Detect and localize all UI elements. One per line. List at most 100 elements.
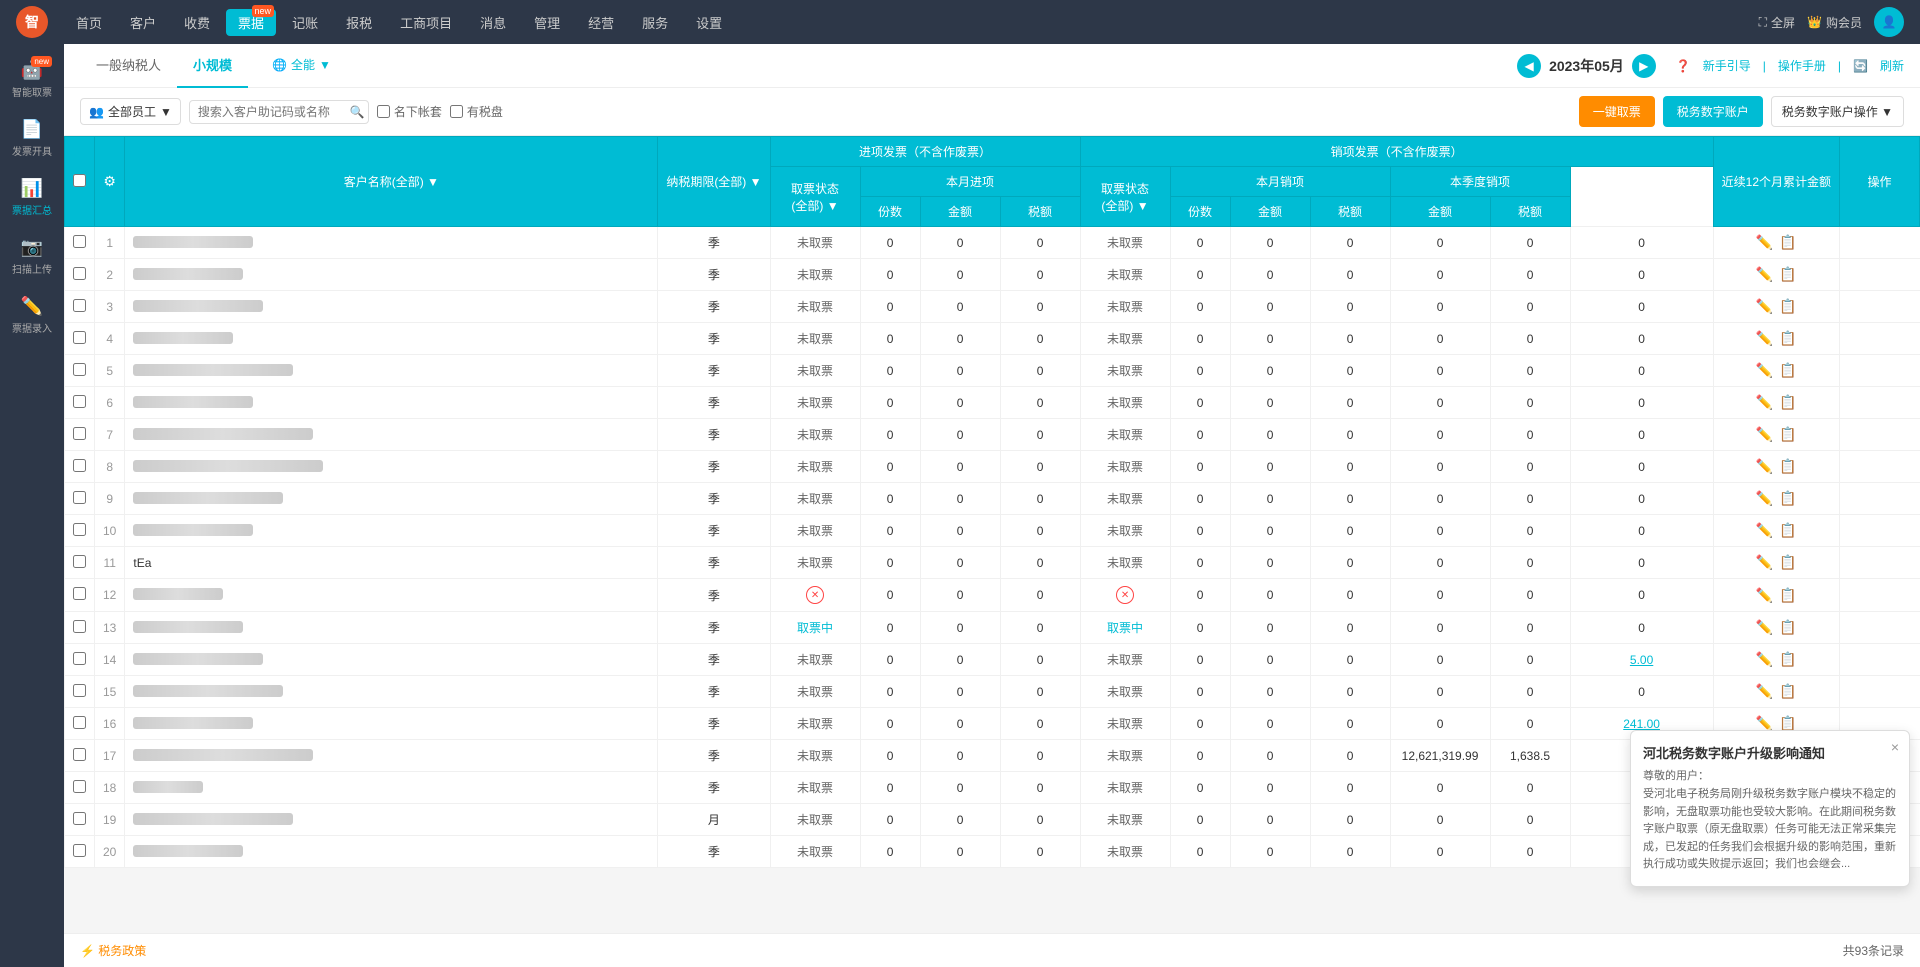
sidebar-item-invoice-entry[interactable]: ✏️ 票据录入 (4, 288, 60, 343)
table-settings-icon[interactable]: ⚙ (103, 173, 116, 189)
select-all-checkbox[interactable] (73, 174, 86, 187)
copy-icon[interactable]: 📋 (1779, 298, 1796, 315)
copy-icon[interactable]: 📋 (1779, 715, 1796, 732)
copy-icon[interactable]: 📋 (1779, 490, 1796, 507)
row-checkbox[interactable] (73, 299, 86, 312)
row-checkbox[interactable] (73, 748, 86, 761)
row-checkbox-cell[interactable] (65, 387, 95, 419)
row-checkbox[interactable] (73, 716, 86, 729)
row-checkbox-cell[interactable] (65, 579, 95, 612)
fullscreen-btn[interactable]: ⛶ 全屏 (1759, 14, 1795, 31)
nav-settings[interactable]: 设置 (684, 9, 734, 36)
copy-icon[interactable]: 📋 (1779, 330, 1796, 347)
row-checkbox[interactable] (73, 780, 86, 793)
row-checkbox-cell[interactable] (65, 451, 95, 483)
digital-account-op-btn[interactable]: 税务数字账户操作 ▼ (1771, 96, 1904, 127)
edit-icon[interactable]: ✏️ (1756, 394, 1773, 411)
row-checkbox-cell[interactable] (65, 740, 95, 772)
search-button[interactable]: 🔍 (350, 105, 365, 119)
my-ledger-checkbox[interactable] (377, 105, 390, 118)
row-checkbox-cell[interactable] (65, 323, 95, 355)
row-checkbox-cell[interactable] (65, 259, 95, 291)
my-ledger-checkbox-label[interactable]: 名下帐套 (377, 103, 442, 120)
copy-icon[interactable]: 📋 (1779, 234, 1796, 251)
refresh-link[interactable]: 刷新 (1880, 57, 1904, 74)
nav-service[interactable]: 服务 (630, 9, 680, 36)
row-checkbox[interactable] (73, 523, 86, 536)
edit-icon[interactable]: ✏️ (1756, 522, 1773, 539)
th-out-status[interactable]: 取票状态(全部) ▼ (1080, 167, 1170, 227)
copy-icon[interactable]: 📋 (1779, 362, 1796, 379)
row-checkbox[interactable] (73, 395, 86, 408)
row-checkbox-cell[interactable] (65, 804, 95, 836)
row-checkbox-cell[interactable] (65, 291, 95, 323)
row-checkbox-cell[interactable] (65, 644, 95, 676)
tab-small-scale[interactable]: 小规模 (177, 44, 248, 88)
one-click-ticket-btn[interactable]: 一键取票 (1579, 96, 1655, 127)
edit-icon[interactable]: ✏️ (1756, 234, 1773, 251)
row-checkbox-cell[interactable] (65, 612, 95, 644)
row-checkbox[interactable] (73, 235, 86, 248)
th-tax-period[interactable]: 纳税期限(全部) ▼ (658, 137, 770, 227)
row-checkbox-cell[interactable] (65, 355, 95, 387)
edit-icon[interactable]: ✏️ (1756, 330, 1773, 347)
th-in-status[interactable]: 取票状态(全部) ▼ (770, 167, 860, 227)
edit-icon[interactable]: ✏️ (1756, 554, 1773, 571)
nav-tax[interactable]: 报税 (334, 9, 384, 36)
copy-icon[interactable]: 📋 (1779, 554, 1796, 571)
nav-operation[interactable]: 经营 (576, 9, 626, 36)
row-checkbox-cell[interactable] (65, 547, 95, 579)
row-checkbox-cell[interactable] (65, 836, 95, 868)
cumulative-cell[interactable]: 5.00 (1570, 644, 1713, 676)
tax-policy-link[interactable]: ⚡ 税务政策 (80, 942, 146, 959)
edit-icon[interactable]: ✏️ (1756, 266, 1773, 283)
copy-icon[interactable]: 📋 (1779, 522, 1796, 539)
edit-icon[interactable]: ✏️ (1756, 426, 1773, 443)
row-checkbox-cell[interactable] (65, 708, 95, 740)
edit-icon[interactable]: ✏️ (1756, 298, 1773, 315)
copy-icon[interactable]: 📋 (1779, 683, 1796, 700)
tab-all-capable[interactable]: 🌐 全能 ▼ (256, 44, 347, 87)
row-checkbox[interactable] (73, 363, 86, 376)
tab-general-taxpayer[interactable]: 一般纳税人 (80, 44, 177, 88)
row-checkbox[interactable] (73, 844, 86, 857)
vip-btn[interactable]: 👑 购会员 (1807, 14, 1862, 31)
next-month-btn[interactable]: ▶ (1632, 54, 1656, 78)
edit-icon[interactable]: ✏️ (1756, 490, 1773, 507)
nav-manage[interactable]: 管理 (522, 9, 572, 36)
copy-icon[interactable]: 📋 (1779, 426, 1796, 443)
edit-icon[interactable]: ✏️ (1756, 587, 1773, 604)
copy-icon[interactable]: 📋 (1779, 619, 1796, 636)
row-checkbox-cell[interactable] (65, 227, 95, 259)
edit-icon[interactable]: ✏️ (1756, 651, 1773, 668)
manual-link[interactable]: 操作手册 (1778, 57, 1826, 74)
row-checkbox-cell[interactable] (65, 676, 95, 708)
row-checkbox[interactable] (73, 427, 86, 440)
row-checkbox[interactable] (73, 267, 86, 280)
prev-month-btn[interactable]: ◀ (1517, 54, 1541, 78)
sidebar-item-invoice-summary[interactable]: 📊 票据汇总 (4, 170, 60, 225)
nav-customer[interactable]: 客户 (118, 9, 168, 36)
notification-close-btn[interactable]: × (1891, 739, 1899, 755)
edit-icon[interactable]: ✏️ (1756, 683, 1773, 700)
nav-bookkeeping[interactable]: 记账 (280, 9, 330, 36)
row-checkbox[interactable] (73, 587, 86, 600)
edit-icon[interactable]: ✏️ (1756, 362, 1773, 379)
row-checkbox[interactable] (73, 491, 86, 504)
has-tax-disk-checkbox[interactable] (450, 105, 463, 118)
row-checkbox[interactable] (73, 812, 86, 825)
row-checkbox[interactable] (73, 620, 86, 633)
sidebar-item-scan-upload[interactable]: 📷 扫描上传 (4, 229, 60, 284)
row-checkbox[interactable] (73, 684, 86, 697)
row-checkbox[interactable] (73, 331, 86, 344)
row-checkbox-cell[interactable] (65, 483, 95, 515)
new-guide-link[interactable]: 新手引导 (1703, 57, 1751, 74)
nav-business[interactable]: 工商项目 (388, 9, 464, 36)
row-checkbox-cell[interactable] (65, 772, 95, 804)
sidebar-item-invoice-open[interactable]: 📄 发票开具 (4, 111, 60, 166)
copy-icon[interactable]: 📋 (1779, 587, 1796, 604)
nav-invoice[interactable]: 票据 new (226, 9, 276, 36)
copy-icon[interactable]: 📋 (1779, 266, 1796, 283)
row-checkbox[interactable] (73, 459, 86, 472)
sidebar-item-smart-ticket[interactable]: 🤖 智能取票 new (4, 52, 60, 107)
